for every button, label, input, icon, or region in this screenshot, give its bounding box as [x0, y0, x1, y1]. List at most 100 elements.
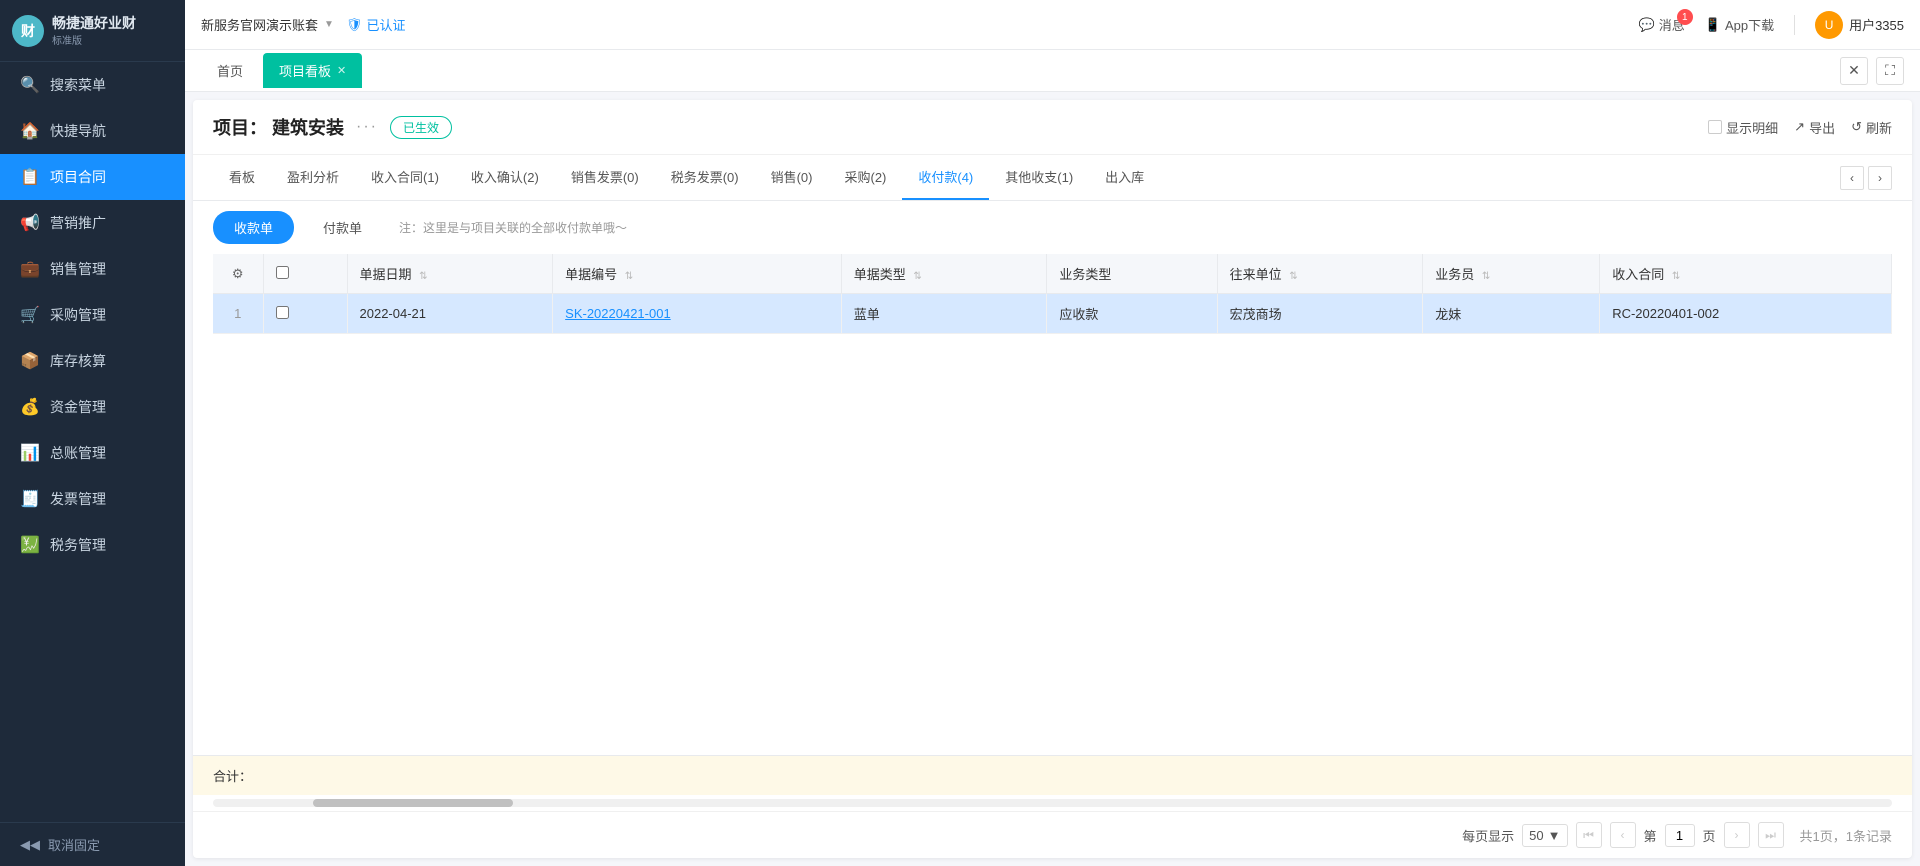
subtab-sales-invoice[interactable]: 销售发票(0) — [555, 155, 655, 200]
sidebar-item-project-contract[interactable]: 📋 项目合同 — [0, 154, 185, 200]
date-sort-icon: ⇅ — [419, 271, 427, 282]
checkbox-header[interactable] — [263, 254, 347, 294]
per-page-select[interactable]: 50 ▼ — [1522, 824, 1567, 847]
refresh-icon: ↺ — [1851, 119, 1862, 135]
sidebar-cancel-fixed[interactable]: ◀◀ 取消固定 — [0, 822, 185, 866]
export-button[interactable]: ↗ 导出 — [1794, 118, 1835, 137]
tab-home[interactable]: 首页 — [201, 53, 259, 88]
app-download-button[interactable]: 📱 App下载 — [1705, 15, 1774, 34]
salesperson-header[interactable]: 业务员 ⇅ — [1423, 254, 1600, 294]
search-icon: 🔍 — [20, 75, 40, 95]
table-row[interactable]: 1 2022-04-21 SK-20220421-001 蓝单 — [213, 294, 1892, 334]
sidebar-item-search[interactable]: 🔍 搜索菜单 — [0, 62, 185, 108]
workspace-arrow-icon: ▼ — [324, 19, 334, 30]
message-icon: 💬 — [1639, 17, 1655, 33]
tax-icon: 💹 — [20, 535, 40, 555]
tabbar: 首页 项目看板 ✕ ✕ ⛶ — [185, 50, 1920, 92]
workspace-selector[interactable]: 新服务官网演示账套 ▼ — [201, 15, 334, 34]
subtab-other-income[interactable]: 其他收支(1) — [989, 155, 1089, 200]
row-biz-type: 应收款 — [1047, 294, 1217, 334]
per-page-arrow-icon: ▼ — [1548, 828, 1561, 843]
subtab-payment[interactable]: 收付款(4) — [902, 155, 989, 200]
subtab-next-button[interactable]: › — [1868, 166, 1892, 190]
page-number-input[interactable] — [1665, 824, 1695, 847]
shield-icon: 🛡 — [346, 17, 363, 33]
code-header[interactable]: 单据编号 ⇅ — [553, 254, 842, 294]
invoice-icon: 🧾 — [20, 489, 40, 509]
settings-header[interactable]: ⚙ — [213, 254, 263, 294]
row-code[interactable]: SK-20220421-001 — [553, 294, 842, 334]
partner-header[interactable]: 往来单位 ⇅ — [1217, 254, 1423, 294]
last-page-button[interactable]: ⏭ — [1758, 822, 1784, 848]
select-all-checkbox[interactable] — [276, 266, 289, 279]
messages-button[interactable]: 💬 消息 1 — [1639, 15, 1685, 34]
first-page-button[interactable]: ⏮ — [1576, 822, 1602, 848]
sidebar-item-ledger[interactable]: 📊 总账管理 — [0, 430, 185, 476]
tab-maximize-button[interactable]: ⛶ — [1876, 57, 1904, 85]
next-page-button[interactable]: › — [1724, 822, 1750, 848]
sidebar-item-tax[interactable]: 💹 税务管理 — [0, 522, 185, 568]
type-sort-icon: ⇅ — [913, 271, 921, 282]
partner-sort-icon: ⇅ — [1289, 271, 1297, 282]
content-area: 项目： 建筑安装 ··· 已生效 显示明细 ↗ 导出 ↺ 刷新 — [193, 100, 1912, 858]
inner-tab-receipt[interactable]: 收款单 — [213, 211, 294, 244]
subtab-prev-button[interactable]: ‹ — [1840, 166, 1864, 190]
row-date: 2022-04-21 — [347, 294, 553, 334]
sidebar-item-invoice[interactable]: 🧾 发票管理 — [0, 476, 185, 522]
settings-icon[interactable]: ⚙ — [232, 266, 244, 281]
sidebar-item-sales[interactable]: 💼 销售管理 — [0, 246, 185, 292]
sidebar: 财 畅捷通好业财 标准版 🔍 搜索菜单 🏠 快捷导航 📋 项目合同 📢 营销推广… — [0, 0, 185, 866]
main-area: 新服务官网演示账套 ▼ 🛡 已认证 💬 消息 1 📱 App下载 U 用户335… — [185, 0, 1920, 866]
page-label: 第 — [1644, 826, 1657, 845]
subtab-inout[interactable]: 出入库 — [1089, 155, 1160, 200]
table-scrollbar[interactable] — [193, 795, 1912, 811]
inventory-icon: 📦 — [20, 351, 40, 371]
contract-icon: 📋 — [20, 167, 40, 187]
project-header-actions: 显示明细 ↗ 导出 ↺ 刷新 — [1708, 118, 1892, 137]
income-contract-header[interactable]: 收入合同 ⇅ — [1600, 254, 1892, 294]
subtab-profit[interactable]: 盈利分析 — [271, 155, 355, 200]
biz-type-header: 业务类型 — [1047, 254, 1217, 294]
pagination: 每页显示 50 ▼ ⏮ ‹ 第 页 › ⏭ 共1页，1条记录 — [193, 811, 1912, 858]
sidebar-item-finance[interactable]: 💰 资金管理 — [0, 384, 185, 430]
tab-close-icon[interactable]: ✕ — [337, 64, 346, 77]
sidebar-item-purchase[interactable]: 🛒 采购管理 — [0, 292, 185, 338]
tab-close-window-button[interactable]: ✕ — [1840, 57, 1868, 85]
inner-tab-payment[interactable]: 付款单 — [302, 211, 383, 244]
topbar-right: 💬 消息 1 📱 App下载 U 用户3355 — [1639, 11, 1904, 39]
row-select-checkbox[interactable] — [276, 306, 289, 319]
sidebar-item-inventory[interactable]: 📦 库存核算 — [0, 338, 185, 384]
subtab-nav: ‹ › — [1840, 166, 1892, 190]
row-salesperson: 龙妹 — [1423, 294, 1600, 334]
refresh-button[interactable]: ↺ 刷新 — [1851, 118, 1892, 137]
subtab-income-confirm[interactable]: 收入确认(2) — [455, 155, 555, 200]
pagination-total: 共1页，1条记录 — [1800, 826, 1892, 845]
subtab-board[interactable]: 看板 — [213, 155, 271, 200]
sidebar-item-quicknav[interactable]: 🏠 快捷导航 — [0, 108, 185, 154]
subtabs: 看板 盈利分析 收入合同(1) 收入确认(2) 销售发票(0) 税务发票(0) … — [193, 155, 1912, 201]
date-header[interactable]: 单据日期 ⇅ — [347, 254, 553, 294]
prev-page-button[interactable]: ‹ — [1610, 822, 1636, 848]
tabbar-right: ✕ ⛶ — [1840, 57, 1904, 85]
workspace-name: 新服务官网演示账套 — [201, 15, 318, 34]
topbar: 新服务官网演示账套 ▼ 🛡 已认证 💬 消息 1 📱 App下载 U 用户335… — [185, 0, 1920, 50]
subtab-income-contract[interactable]: 收入合同(1) — [355, 155, 455, 200]
subtab-tax-invoice[interactable]: 税务发票(0) — [655, 155, 755, 200]
row-checkbox[interactable] — [263, 294, 347, 334]
ledger-icon: 📊 — [20, 443, 40, 463]
project-more-button[interactable]: ··· — [356, 118, 378, 136]
scrollbar-thumb[interactable] — [313, 799, 513, 807]
type-header[interactable]: 单据类型 ⇅ — [841, 254, 1047, 294]
tab-project-board[interactable]: 项目看板 ✕ — [263, 53, 362, 88]
sidebar-menu: 🔍 搜索菜单 🏠 快捷导航 📋 项目合同 📢 营销推广 💼 销售管理 🛒 采购管… — [0, 62, 185, 822]
certified-badge: 🛡 已认证 — [346, 15, 406, 34]
table-wrapper: ⚙ 单据日期 ⇅ 单据编号 ⇅ — [193, 254, 1912, 755]
code-sort-icon: ⇅ — [625, 271, 633, 282]
sidebar-item-marketing[interactable]: 📢 营销推广 — [0, 200, 185, 246]
subtab-sales[interactable]: 销售(0) — [755, 155, 829, 200]
subtab-purchase[interactable]: 采购(2) — [828, 155, 902, 200]
project-status-badge: 已生效 — [390, 116, 452, 139]
show-detail-checkbox[interactable]: 显示明细 — [1708, 118, 1778, 137]
user-menu[interactable]: U 用户3355 — [1815, 11, 1904, 39]
horizontal-scrollbar[interactable] — [213, 799, 1892, 807]
